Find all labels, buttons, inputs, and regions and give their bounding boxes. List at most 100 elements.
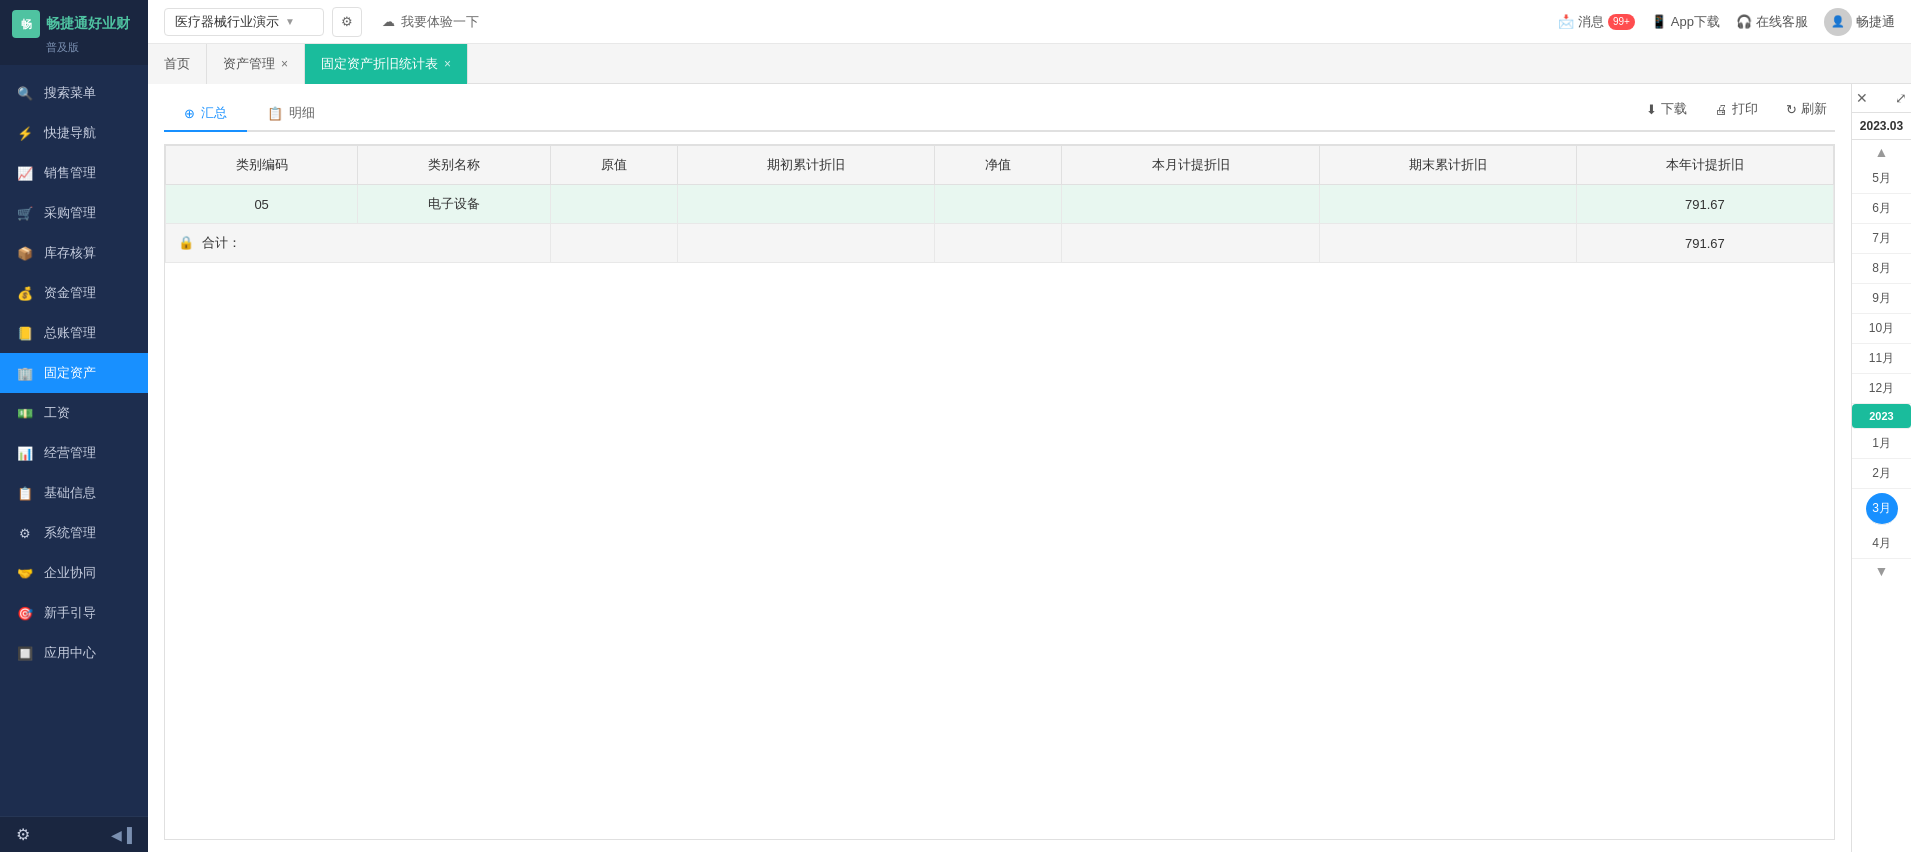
logo-icon: 畅: [12, 10, 40, 38]
col-net: 净值: [935, 146, 1062, 185]
month-item-10[interactable]: 10月: [1852, 314, 1911, 344]
topbar: 医疗器械行业演示 ▼ ⚙ ☁ 我要体验一下 📩 消息 99+ 📱 App下载 🎧…: [148, 0, 1911, 44]
date-panel-expand-icon[interactable]: ⤢: [1895, 90, 1907, 106]
sidebar-settings-icon[interactable]: ⚙: [16, 825, 30, 844]
col-monthly: 本月计提折旧: [1062, 146, 1319, 185]
user-name: 畅捷通: [1856, 13, 1895, 31]
print-label: 打印: [1732, 100, 1758, 118]
main-area: 医疗器械行业演示 ▼ ⚙ ☁ 我要体验一下 📩 消息 99+ 📱 App下载 🎧…: [148, 0, 1911, 852]
date-panel: ✕ ⤢ 2023.03 ▲ 5月 6月 7月 8月 9月 10月 11月 12月…: [1851, 84, 1911, 852]
refresh-icon: ↻: [1786, 102, 1797, 117]
sub-tabs-right: ⬇ 下载 🖨 打印 ↻ 刷新: [1638, 96, 1835, 130]
print-button[interactable]: 🖨 打印: [1707, 96, 1766, 122]
sidebar-item-finance[interactable]: 💰 资金管理: [0, 273, 148, 313]
tab-fixed-asset-report[interactable]: 固定资产折旧统计表 ×: [305, 44, 468, 84]
sidebar-item-ledger[interactable]: 📒 总账管理: [0, 313, 148, 353]
date-panel-header: 2023.03: [1852, 113, 1911, 140]
month-item-11[interactable]: 11月: [1852, 344, 1911, 374]
download-button[interactable]: ⬇ 下载: [1638, 96, 1695, 122]
service-icon: 🎧: [1736, 14, 1752, 29]
sidebar-item-search[interactable]: 🔍 搜索菜单: [0, 73, 148, 113]
year-2023-badge: 2023: [1852, 404, 1911, 429]
detail-tab-icon: 📋: [267, 106, 283, 121]
sidebar-item-sales[interactable]: 📈 销售管理: [0, 153, 148, 193]
month-item-3[interactable]: 3月: [1866, 493, 1898, 525]
month-item-9[interactable]: 9月: [1852, 284, 1911, 314]
app-version: 普及版: [46, 40, 136, 55]
sidebar-item-label: 搜索菜单: [44, 84, 96, 102]
month-item-7[interactable]: 7月: [1852, 224, 1911, 254]
customer-service-button[interactable]: 🎧 在线客服: [1736, 13, 1808, 31]
sidebar-item-label: 应用中心: [44, 644, 96, 662]
experience-button[interactable]: ☁ 我要体验一下: [370, 9, 491, 35]
month-item-6[interactable]: 6月: [1852, 194, 1911, 224]
print-icon: 🖨: [1715, 102, 1728, 117]
tab-home[interactable]: 首页: [148, 44, 207, 84]
search-icon: 🔍: [16, 84, 34, 102]
row-accumulated: [677, 185, 934, 224]
tab-asset-mgmt-close[interactable]: ×: [281, 57, 288, 71]
tab-summary[interactable]: ⊕ 汇总: [164, 96, 247, 132]
month-item-8[interactable]: 8月: [1852, 254, 1911, 284]
date-panel-close-icon[interactable]: ✕: [1856, 90, 1868, 106]
company-name: 医疗器械行业演示: [175, 13, 279, 31]
download-label: 下载: [1661, 100, 1687, 118]
sidebar-item-base-info[interactable]: 📋 基础信息: [0, 473, 148, 513]
col-accumulated: 期初累计折旧: [677, 146, 934, 185]
company-selector[interactable]: 医疗器械行业演示 ▼: [164, 8, 324, 36]
operations-icon: 📊: [16, 444, 34, 462]
chevron-down-icon: ▼: [285, 16, 295, 27]
finance-icon: 💰: [16, 284, 34, 302]
month-item-12[interactable]: 12月: [1852, 374, 1911, 404]
tab-fixed-asset-report-close[interactable]: ×: [444, 57, 451, 71]
scroll-up-button[interactable]: ▲: [1852, 140, 1911, 164]
sidebar-item-label: 库存核算: [44, 244, 96, 262]
sidebar-item-payroll[interactable]: 💵 工资: [0, 393, 148, 433]
subtotal-original: [550, 224, 677, 263]
tab-asset-mgmt-label: 资产管理: [223, 55, 275, 73]
month-item-5[interactable]: 5月: [1852, 164, 1911, 194]
table-container: 类别编码 类别名称 原值 期初累计折旧 净值 本月计提折旧 期末累计折旧 本年计…: [164, 144, 1835, 840]
row-net: [935, 185, 1062, 224]
customer-service-label: 在线客服: [1756, 13, 1808, 31]
sidebar-item-label: 销售管理: [44, 164, 96, 182]
app-download-button[interactable]: 📱 App下载: [1651, 13, 1720, 31]
month-item-2[interactable]: 2月: [1852, 459, 1911, 489]
sidebar-item-inventory[interactable]: 📦 库存核算: [0, 233, 148, 273]
topbar-right: 📩 消息 99+ 📱 App下载 🎧 在线客服 👤 畅捷通: [1558, 8, 1895, 36]
sidebar-item-label: 工资: [44, 404, 70, 422]
tab-fixed-asset-report-label: 固定资产折旧统计表: [321, 55, 438, 73]
content-area: ⊕ 汇总 📋 明细 ⬇ 下载 🖨 打印: [148, 84, 1911, 852]
col-end-accumulated: 期末累计折旧: [1319, 146, 1576, 185]
tab-detail[interactable]: 📋 明细: [247, 96, 335, 132]
chevron-down-icon: ▼: [1875, 563, 1889, 579]
month-item-1[interactable]: 1月: [1852, 429, 1911, 459]
sidebar-item-app-center[interactable]: 🔲 应用中心: [0, 633, 148, 673]
sidebar-item-enterprise[interactable]: 🤝 企业协同: [0, 553, 148, 593]
col-original: 原值: [550, 146, 677, 185]
avatar: 👤: [1824, 8, 1852, 36]
sidebar-item-purchase[interactable]: 🛒 采购管理: [0, 193, 148, 233]
subtotal-end-accumulated: [1319, 224, 1576, 263]
month-item-4[interactable]: 4月: [1852, 529, 1911, 559]
cloud-icon: ☁: [382, 14, 395, 29]
messages-button[interactable]: 📩 消息 99+: [1558, 13, 1635, 31]
summary-tab-label: 汇总: [201, 104, 227, 122]
download-icon: 📱: [1651, 14, 1667, 29]
sidebar-item-fixed-assets[interactable]: 🏢 固定资产: [0, 353, 148, 393]
settings-button[interactable]: ⚙: [332, 7, 362, 37]
user-profile[interactable]: 👤 畅捷通: [1824, 8, 1895, 36]
refresh-button[interactable]: ↻ 刷新: [1778, 96, 1835, 122]
sidebar-item-system[interactable]: ⚙ 系统管理: [0, 513, 148, 553]
tab-asset-mgmt[interactable]: 资产管理 ×: [207, 44, 305, 84]
month-item-3-container: 3月: [1852, 489, 1911, 529]
sidebar-item-operations[interactable]: 📊 经营管理: [0, 433, 148, 473]
row-original: [550, 185, 677, 224]
date-panel-content: ▲ 5月 6月 7月 8月 9月 10月 11月 12月 2023 1月 2月 …: [1852, 140, 1911, 852]
scroll-down-button[interactable]: ▼: [1852, 559, 1911, 583]
summary-tab-icon: ⊕: [184, 106, 195, 121]
app-logo: 畅 畅捷通好业财: [12, 10, 136, 38]
sidebar-collapse-icon[interactable]: ◀▐: [111, 827, 132, 843]
sidebar-item-quick-nav[interactable]: ⚡ 快捷导航: [0, 113, 148, 153]
sidebar-item-guide[interactable]: 🎯 新手引导: [0, 593, 148, 633]
